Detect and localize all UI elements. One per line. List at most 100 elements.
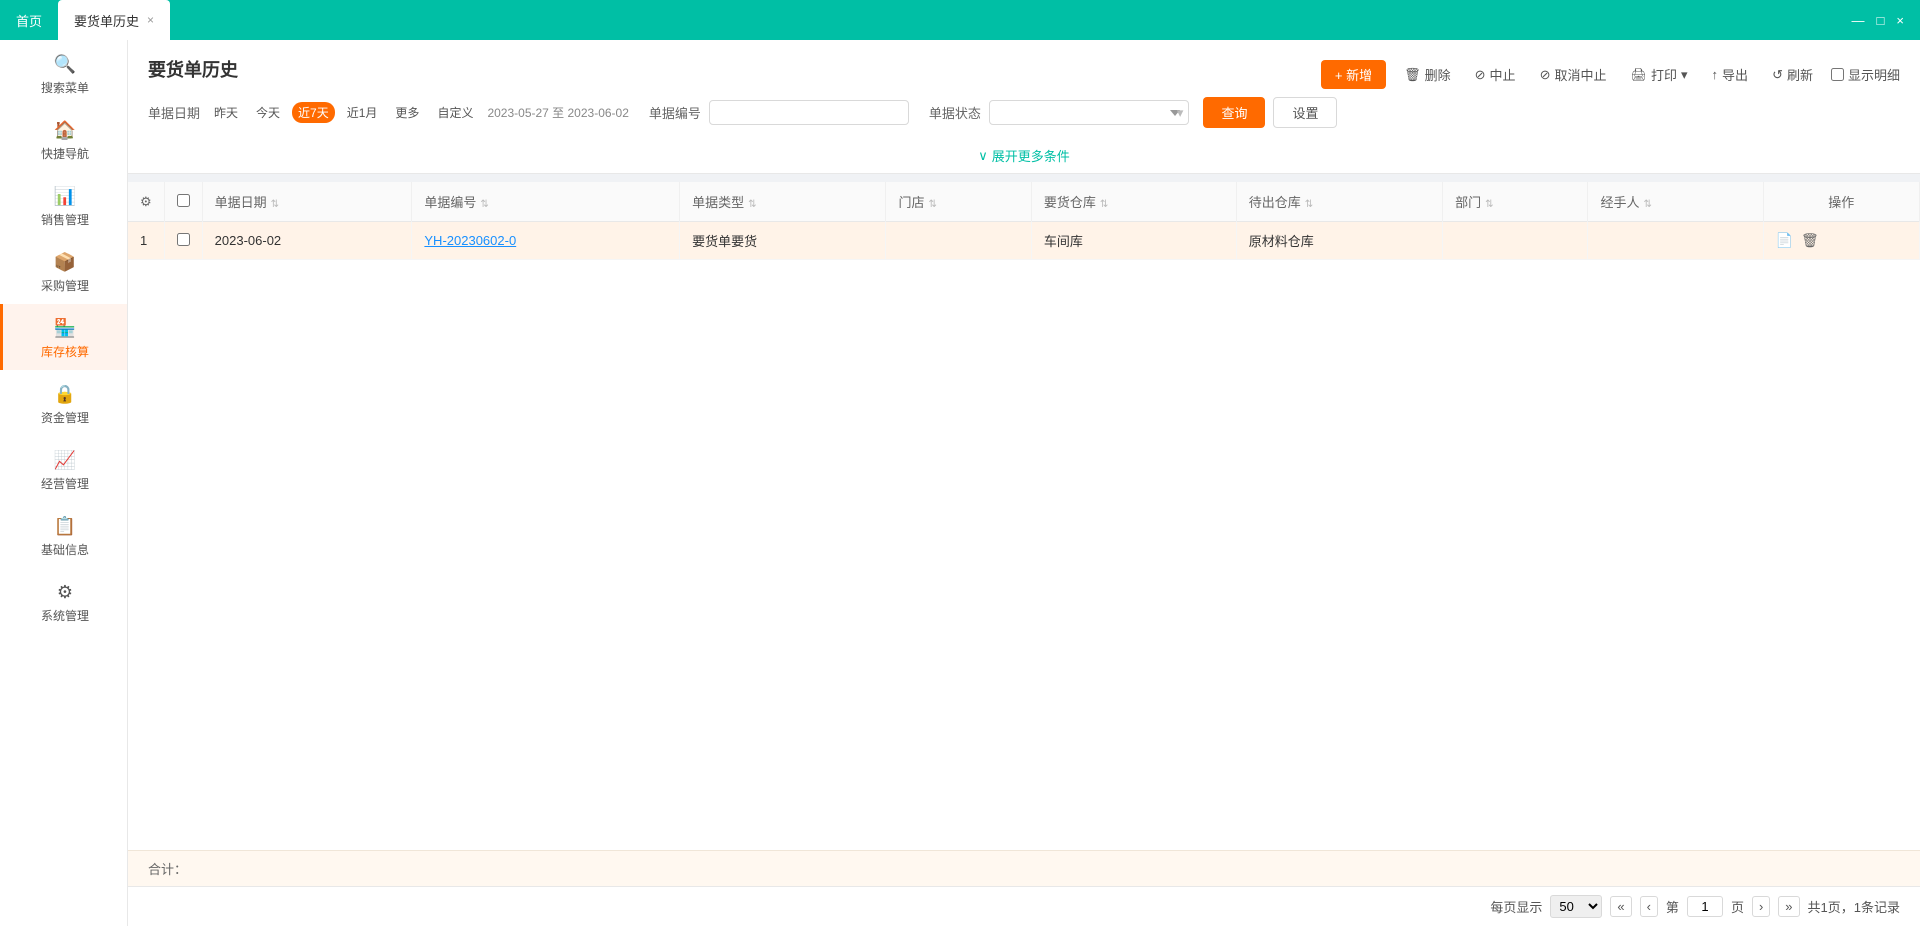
refresh-button[interactable]: ↺ 刷新 <box>1766 61 1819 88</box>
date-opt-7days[interactable]: 近7天 <box>292 102 335 123</box>
sidebar-item-label: 基础信息 <box>41 541 89 558</box>
first-page-btn[interactable]: « <box>1610 896 1631 917</box>
col-handler[interactable]: 经手人⇅ <box>1588 182 1763 222</box>
date-opt-yesterday[interactable]: 昨天 <box>208 102 244 123</box>
date-opt-today[interactable]: 今天 <box>250 102 286 123</box>
print-button[interactable]: 🖨 打印 ▾ <box>1624 61 1693 88</box>
table-area: ⚙ 单据日期⇅ 单据编号⇅ 单据类型⇅ <box>128 182 1920 850</box>
page-number-input[interactable] <box>1687 896 1723 917</box>
row-delete-icon[interactable]: 🗑 <box>1801 232 1819 249</box>
sidebar-item-search-menu[interactable]: 🔍 搜索菜单 <box>0 40 127 106</box>
sidebar-item-label: 资金管理 <box>41 409 89 426</box>
sidebar-item-label: 快捷导航 <box>41 145 89 162</box>
sidebar-item-quick-nav[interactable]: 🏠 快捷导航 <box>0 106 127 172</box>
date-opt-more[interactable]: 更多 <box>389 102 425 123</box>
stop-button[interactable]: ⊘ 中止 <box>1469 61 1522 88</box>
expand-more-button[interactable]: ∨ 展开更多条件 <box>978 146 1070 165</box>
row-pending-warehouse: 原材料仓库 <box>1236 222 1442 260</box>
col-doc-date[interactable]: 单据日期⇅ <box>202 182 412 222</box>
search-menu-icon: 🔍 <box>54 54 76 75</box>
purchase-icon: 📦 <box>54 252 76 273</box>
sidebar: 🔍 搜索菜单 🏠 快捷导航 📊 销售管理 📦 采购管理 🏪 库存核算 🔒 资金管… <box>0 40 128 926</box>
tab-bar: 首页 要货单历史 × <box>0 0 1836 40</box>
per-page-select[interactable]: 50 20 100 200 <box>1550 895 1602 918</box>
sidebar-item-label: 经营管理 <box>41 475 89 492</box>
expand-more-row: ∨ 展开更多条件 <box>148 138 1900 173</box>
col-pending-warehouse[interactable]: 待出仓库⇅ <box>1236 182 1442 222</box>
page-suffix-label: 页 <box>1731 897 1744 916</box>
window-controls: — □ × <box>1836 13 1920 28</box>
per-page-label: 每页显示 <box>1490 897 1542 916</box>
col-settings[interactable]: ⚙ <box>128 182 164 222</box>
col-req-warehouse[interactable]: 要货仓库⇅ <box>1031 182 1236 222</box>
filter-status-group: 单据状态 ▾ <box>929 100 1184 125</box>
query-button[interactable]: 查询 <box>1203 97 1265 128</box>
toolbar: + 新增 🗑 删除 ⊘ 中止 ⊘ 取消中止 🖨 打 <box>1321 52 1900 97</box>
display-detail-button[interactable]: 显示明细 <box>1831 65 1900 84</box>
row-edit-icon[interactable]: 📄 <box>1776 232 1793 249</box>
page-title: 要货单历史 <box>148 56 238 82</box>
tab-active[interactable]: 要货单历史 × <box>58 0 170 40</box>
footer-label: 合计： <box>148 862 187 877</box>
delete-button[interactable]: 🗑 删除 <box>1398 61 1457 88</box>
content-area: 要货单历史 + 新增 🗑 删除 ⊘ 中止 ⊘ 取消中止 <box>128 40 1920 926</box>
window-maximize[interactable]: □ <box>1877 13 1885 28</box>
row-doc-date: 2023-06-02 <box>202 222 412 260</box>
display-detail-checkbox[interactable] <box>1831 68 1844 81</box>
status-dropdown-icon: ▾ <box>1177 105 1184 121</box>
stop-icon: ⊘ <box>1475 67 1486 83</box>
page-label: 第 <box>1666 897 1679 916</box>
content-wrapper: ⚙ 单据日期⇅ 单据编号⇅ 单据类型⇅ <box>128 174 1920 926</box>
select-all-checkbox[interactable] <box>177 194 190 207</box>
main-layout: 🔍 搜索菜单 🏠 快捷导航 📊 销售管理 📦 采购管理 🏪 库存核算 🔒 资金管… <box>0 40 1920 926</box>
window-minimize[interactable]: — <box>1852 13 1865 28</box>
sidebar-item-inventory[interactable]: 🏪 库存核算 <box>0 304 127 370</box>
sidebar-item-basic-info[interactable]: 📋 基础信息 <box>0 502 127 568</box>
data-table: ⚙ 单据日期⇅ 单据编号⇅ 单据类型⇅ <box>128 182 1920 260</box>
sidebar-item-operation[interactable]: 📈 经营管理 <box>0 436 127 502</box>
doc-no-link[interactable]: YH-20230602-0 <box>424 233 516 248</box>
col-store[interactable]: 门店⇅ <box>886 182 1031 222</box>
sidebar-item-system[interactable]: ⚙ 系统管理 <box>0 568 127 634</box>
refresh-icon: ↺ <box>1772 67 1783 83</box>
row-actions: 📄 🗑 <box>1763 222 1919 260</box>
window-close[interactable]: × <box>1896 13 1904 28</box>
sidebar-item-label: 系统管理 <box>41 607 89 624</box>
sidebar-item-finance[interactable]: 🔒 资金管理 <box>0 370 127 436</box>
col-doc-no[interactable]: 单据编号⇅ <box>412 182 680 222</box>
sidebar-item-label: 销售管理 <box>41 211 89 228</box>
tab-home[interactable]: 首页 <box>0 0 58 40</box>
export-button[interactable]: ↑ 导出 <box>1706 61 1755 88</box>
next-page-btn[interactable]: › <box>1752 896 1770 917</box>
doc-date-label: 单据日期 <box>148 103 200 122</box>
doc-no-input[interactable] <box>709 100 909 125</box>
operation-icon: 📈 <box>54 450 76 471</box>
print-icon: 🖨 <box>1630 67 1647 83</box>
date-opt-custom[interactable]: 自定义 <box>431 102 479 123</box>
expand-more-icon: ∨ <box>978 148 988 164</box>
settings-button[interactable]: 设置 <box>1273 97 1337 128</box>
prev-page-btn[interactable]: ‹ <box>1640 896 1658 917</box>
cancel-stop-button[interactable]: ⊘ 取消中止 <box>1534 61 1613 88</box>
sidebar-item-purchase[interactable]: 📦 采购管理 <box>0 238 127 304</box>
row-select-checkbox[interactable] <box>177 233 190 246</box>
col-checkbox <box>164 182 202 222</box>
sales-icon: 📊 <box>54 186 76 207</box>
date-opt-1month[interactable]: 近1月 <box>341 102 384 123</box>
print-dropdown-icon: ▾ <box>1681 67 1688 83</box>
table-header-row: ⚙ 单据日期⇅ 单据编号⇅ 单据类型⇅ <box>128 182 1920 222</box>
tab-close-icon[interactable]: × <box>147 13 154 27</box>
doc-status-select[interactable] <box>989 100 1189 125</box>
row-index: 1 <box>128 222 164 260</box>
delete-icon: 🗑 <box>1404 67 1421 83</box>
col-dept[interactable]: 部门⇅ <box>1443 182 1588 222</box>
inventory-icon: 🏪 <box>54 318 76 339</box>
date-range-display: 2023-05-27 至 2023-06-02 <box>487 104 628 121</box>
row-req-warehouse: 车间库 <box>1031 222 1236 260</box>
table-row: 1 2023-06-02 YH-20230602-0 要货单要货 车间库 原材料… <box>128 222 1920 260</box>
doc-no-label: 单据编号 <box>649 103 701 122</box>
new-button[interactable]: + 新增 <box>1321 60 1386 89</box>
last-page-btn[interactable]: » <box>1778 896 1799 917</box>
sidebar-item-sales[interactable]: 📊 销售管理 <box>0 172 127 238</box>
col-doc-type[interactable]: 单据类型⇅ <box>680 182 886 222</box>
